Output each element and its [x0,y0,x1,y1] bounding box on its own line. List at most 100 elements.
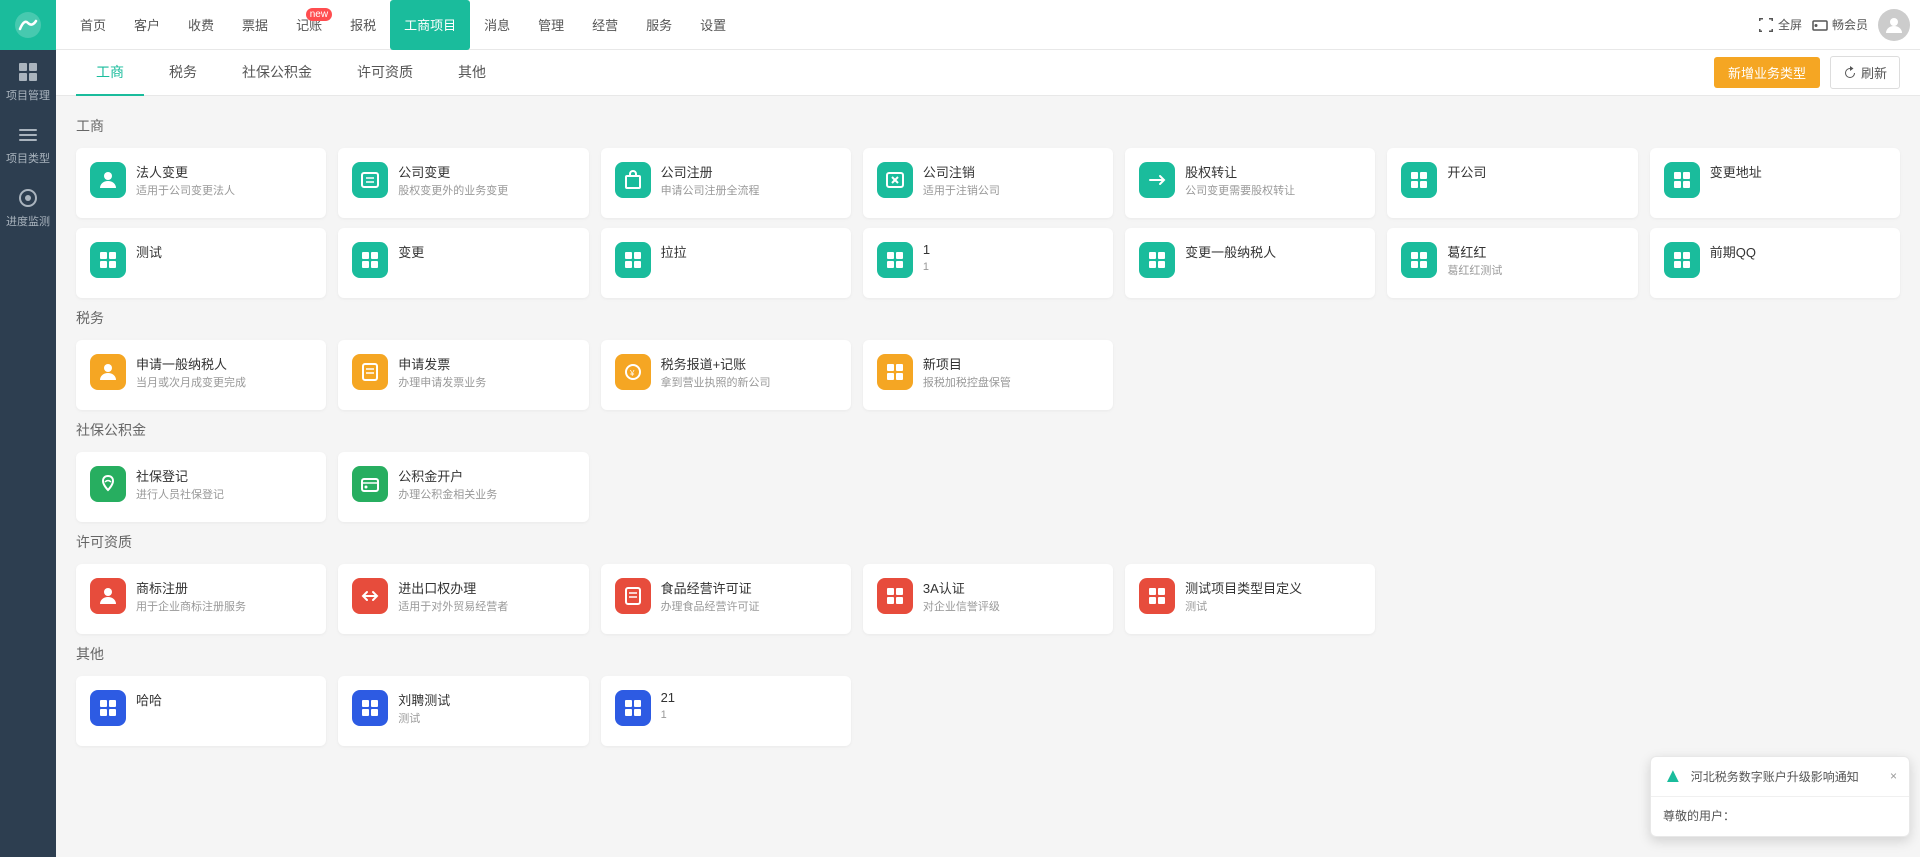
card-desc-equity-transfer: 公司变更需要股权转让 [1185,184,1361,199]
card-tax-report-book[interactable]: ¥ 税务报道+记账 拿到营业执照的新公司 [601,340,851,410]
card-apply-invoice[interactable]: 申请发票 办理申请发票业务 [338,340,588,410]
card-desc-apply-invoice: 办理申请发票业务 [398,376,574,391]
tab-license[interactable]: 许可资质 [337,50,433,96]
progress-icon [16,186,40,210]
card-company-register[interactable]: 公司注册 申请公司注册全流程 [601,148,851,218]
card-icon-equity-transfer [1139,162,1175,198]
card-text-company-cancel: 公司注销 适用于注销公司 [923,162,1099,199]
card-text-preqq: 前期QQ [1710,242,1886,264]
card-change[interactable]: 变更 [338,228,588,298]
sidebar-label-progress: 进度监测 [6,213,50,229]
card-name-company-register: 公司注册 [661,162,837,181]
card-icon-apply-taxpayer [90,354,126,390]
sidebar-item-progress[interactable]: 进度监测 [0,176,56,239]
card-name-company-cancel: 公司注销 [923,162,1099,181]
card-twentyone[interactable]: 21 1 [601,676,851,746]
card-text-open-company: 开公司 [1447,162,1623,184]
nav-operations[interactable]: 经营 [578,0,632,50]
card-open-company[interactable]: 开公司 [1387,148,1637,218]
tab-tax[interactable]: 税务 [149,50,217,96]
add-type-button[interactable]: 新增业务类型 [1714,57,1820,88]
card-apply-taxpayer[interactable]: 申请一般纳税人 当月或次月成变更完成 [76,340,326,410]
card-change-address[interactable]: 变更地址 [1650,148,1900,218]
card-text-social-register: 社保登记 进行人员社保登记 [136,466,312,503]
section-title-other: 其他 [76,644,1900,664]
card-name-change-taxpayer: 变更一般纳税人 [1185,242,1361,261]
card-text-fund-open: 公积金开户 办理公积金相关业务 [398,466,574,503]
topnav-right: 全屏 畅会员 [1758,9,1910,41]
tab-industrial[interactable]: 工商 [76,50,144,96]
card-fund-open[interactable]: 公积金开户 办理公积金相关业务 [338,452,588,522]
card-text-company-register: 公司注册 申请公司注册全流程 [661,162,837,199]
nav-bookkeeping[interactable]: 记账 new [282,0,336,50]
card-preqq[interactable]: 前期QQ [1650,228,1900,298]
card-test-type[interactable]: 测试项目类型目定义 测试 [1125,564,1375,634]
avatar-icon [1884,15,1904,35]
nav-tickets[interactable]: 票据 [228,0,282,50]
card-change-taxpayer[interactable]: 变更一般纳税人 [1125,228,1375,298]
nav-billing[interactable]: 收费 [174,0,228,50]
tab-bar: 工商 税务 社保公积金 许可资质 其他 新增业务类型 刷新 [56,50,1920,96]
card-company-cancel[interactable]: 公司注销 适用于注销公司 [863,148,1113,218]
card-desc-company-register: 申请公司注册全流程 [661,184,837,199]
refresh-button[interactable]: 刷新 [1830,56,1900,89]
card-name-3a-cert: 3A认证 [923,578,1099,597]
tab-other[interactable]: 其他 [438,50,506,96]
card-name-liupeng-test: 刘聘测试 [398,690,574,709]
card-company-change[interactable]: 公司变更 股权变更外的业务变更 [338,148,588,218]
topnav: 首页 客户 收费 票据 记账 new 报税 工商项目 消息 管理 经营 服务 设… [56,0,1920,50]
vip-btn[interactable]: 畅会员 [1812,16,1868,33]
card-icon-social-register [90,466,126,502]
nav-industrial[interactable]: 工商项目 [390,0,470,50]
section-title-tax: 税务 [76,308,1900,328]
nav-management[interactable]: 管理 [524,0,578,50]
card-name-company-change: 公司变更 [398,162,574,181]
card-icon-company-register [615,162,651,198]
card-text-equity-transfer: 股权转让 公司变更需要股权转让 [1185,162,1361,199]
card-one[interactable]: 1 1 [863,228,1113,298]
nav-messages[interactable]: 消息 [470,0,524,50]
card-import-export[interactable]: 进出口权办理 适用于对外贸易经营者 [338,564,588,634]
fullscreen-btn[interactable]: 全屏 [1758,16,1802,33]
card-food-license[interactable]: 食品经营许可证 办理食品经营许可证 [601,564,851,634]
notification-close-button[interactable]: × [1890,769,1897,783]
card-name-gehonghong: 葛红红 [1447,242,1623,261]
card-icon-import-export [352,578,388,614]
nav-services[interactable]: 服务 [632,0,686,50]
nav-home[interactable]: 首页 [66,0,120,50]
card-icon-trademark [90,578,126,614]
tab-social-fund[interactable]: 社保公积金 [222,50,332,96]
card-name-trademark: 商标注册 [136,578,312,597]
nav-customer[interactable]: 客户 [120,0,174,50]
card-haha[interactable]: 哈哈 [76,676,326,746]
card-liupeng-test[interactable]: 刘聘测试 测试 [338,676,588,746]
card-trademark[interactable]: 商标注册 用于企业商标注册服务 [76,564,326,634]
sidebar-item-project-mgmt[interactable]: 项目管理 [0,50,56,113]
card-new-project[interactable]: 新项目 报税加税控盘保管 [863,340,1113,410]
card-gehonghong[interactable]: 葛红红 葛红红测试 [1387,228,1637,298]
card-icon-3a-cert [877,578,913,614]
card-desc-company-cancel: 适用于注销公司 [923,184,1099,199]
card-name-haha: 哈哈 [136,690,312,709]
card-text-haha: 哈哈 [136,690,312,712]
card-icon-test [90,242,126,278]
card-text-test: 测试 [136,242,312,264]
notification-popup: ▲ 河北税务数字账户升级影响通知 × 尊敬的用户： [1650,756,1910,837]
card-text-apply-taxpayer: 申请一般纳税人 当月或次月成变更完成 [136,354,312,391]
nav-settings[interactable]: 设置 [686,0,740,50]
sidebar-item-project-type[interactable]: 项目类型 [0,113,56,176]
nav-tax[interactable]: 报税 [336,0,390,50]
card-desc-legal-change: 适用于公司变更法人 [136,184,312,199]
card-icon-change [352,242,388,278]
card-lala[interactable]: 拉拉 [601,228,851,298]
card-equity-transfer[interactable]: 股权转让 公司变更需要股权转让 [1125,148,1375,218]
card-desc-trademark: 用于企业商标注册服务 [136,600,312,615]
section-title-social: 社保公积金 [76,420,1900,440]
card-text-lala: 拉拉 [661,242,837,264]
card-3a-cert[interactable]: 3A认证 对企业信誉评级 [863,564,1113,634]
avatar[interactable] [1878,9,1910,41]
card-test[interactable]: 测试 [76,228,326,298]
card-name-change-address: 变更地址 [1710,162,1886,181]
card-legal-change[interactable]: 法人变更 适用于公司变更法人 [76,148,326,218]
card-social-register[interactable]: 社保登记 进行人员社保登记 [76,452,326,522]
